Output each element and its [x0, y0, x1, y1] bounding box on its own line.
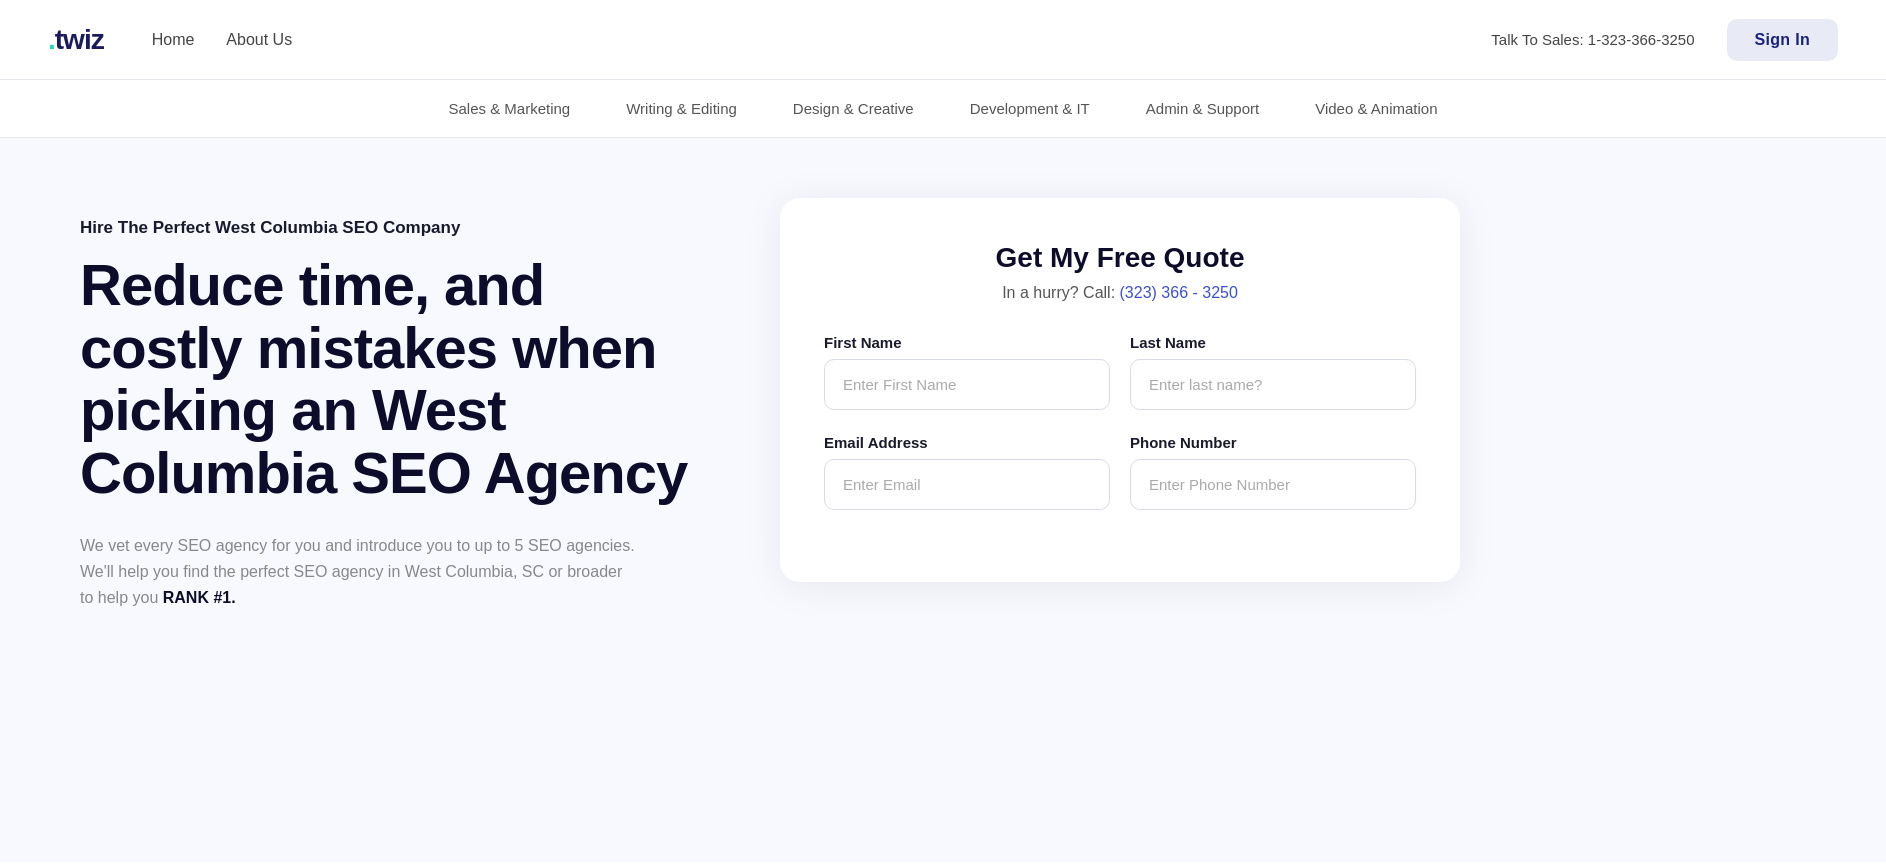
hero-description: We vet every SEO agency for you and intr… [80, 533, 640, 612]
header-right: Talk To Sales: 1-323-366-3250 Sign In [1491, 19, 1838, 61]
form-title: Get My Free Quote [824, 242, 1416, 274]
last-name-group: Last Name [1130, 334, 1416, 410]
sign-in-button[interactable]: Sign In [1727, 19, 1838, 61]
phone-input[interactable] [1130, 459, 1416, 510]
category-nav: Sales & Marketing Writing & Editing Desi… [0, 80, 1886, 138]
category-admin-support[interactable]: Admin & Support [1146, 100, 1259, 117]
last-name-input[interactable] [1130, 359, 1416, 410]
talk-to-sales: Talk To Sales: 1-323-366-3250 [1491, 31, 1694, 48]
last-name-label: Last Name [1130, 334, 1416, 351]
header: .twiz Home About Us Talk To Sales: 1-323… [0, 0, 1886, 80]
logo-dot: . [48, 24, 55, 55]
quote-form-card: Get My Free Quote In a hurry? Call: (323… [780, 198, 1460, 582]
hero-section: Hire The Perfect West Columbia SEO Compa… [80, 198, 720, 612]
email-group: Email Address [824, 434, 1110, 510]
phone-group: Phone Number [1130, 434, 1416, 510]
form-subtitle: In a hurry? Call: (323) 366 - 3250 [824, 284, 1416, 302]
nav-home[interactable]: Home [152, 31, 195, 49]
main-nav: Home About Us [152, 31, 293, 49]
logo-text: twiz [55, 24, 104, 55]
email-label: Email Address [824, 434, 1110, 451]
category-video-animation[interactable]: Video & Animation [1315, 100, 1437, 117]
contact-row: Email Address Phone Number [824, 434, 1416, 510]
hero-title: Reduce time, and costly mistakes when pi… [80, 254, 720, 505]
name-row: First Name Last Name [824, 334, 1416, 410]
main-content: Hire The Perfect West Columbia SEO Compa… [0, 138, 1886, 862]
phone-label: Phone Number [1130, 434, 1416, 451]
email-input[interactable] [824, 459, 1110, 510]
category-sales-marketing[interactable]: Sales & Marketing [448, 100, 570, 117]
form-phone-link[interactable]: (323) 366 - 3250 [1120, 284, 1238, 301]
nav-about[interactable]: About Us [226, 31, 292, 49]
category-writing-editing[interactable]: Writing & Editing [626, 100, 737, 117]
category-design-creative[interactable]: Design & Creative [793, 100, 914, 117]
form-subtitle-text: In a hurry? Call: [1002, 284, 1119, 301]
hero-subtitle: Hire The Perfect West Columbia SEO Compa… [80, 218, 720, 238]
first-name-input[interactable] [824, 359, 1110, 410]
first-name-group: First Name [824, 334, 1110, 410]
logo[interactable]: .twiz [48, 24, 104, 56]
hero-desc-bold: RANK #1. [163, 589, 236, 606]
header-left: .twiz Home About Us [48, 24, 292, 56]
category-development-it[interactable]: Development & IT [970, 100, 1090, 117]
first-name-label: First Name [824, 334, 1110, 351]
